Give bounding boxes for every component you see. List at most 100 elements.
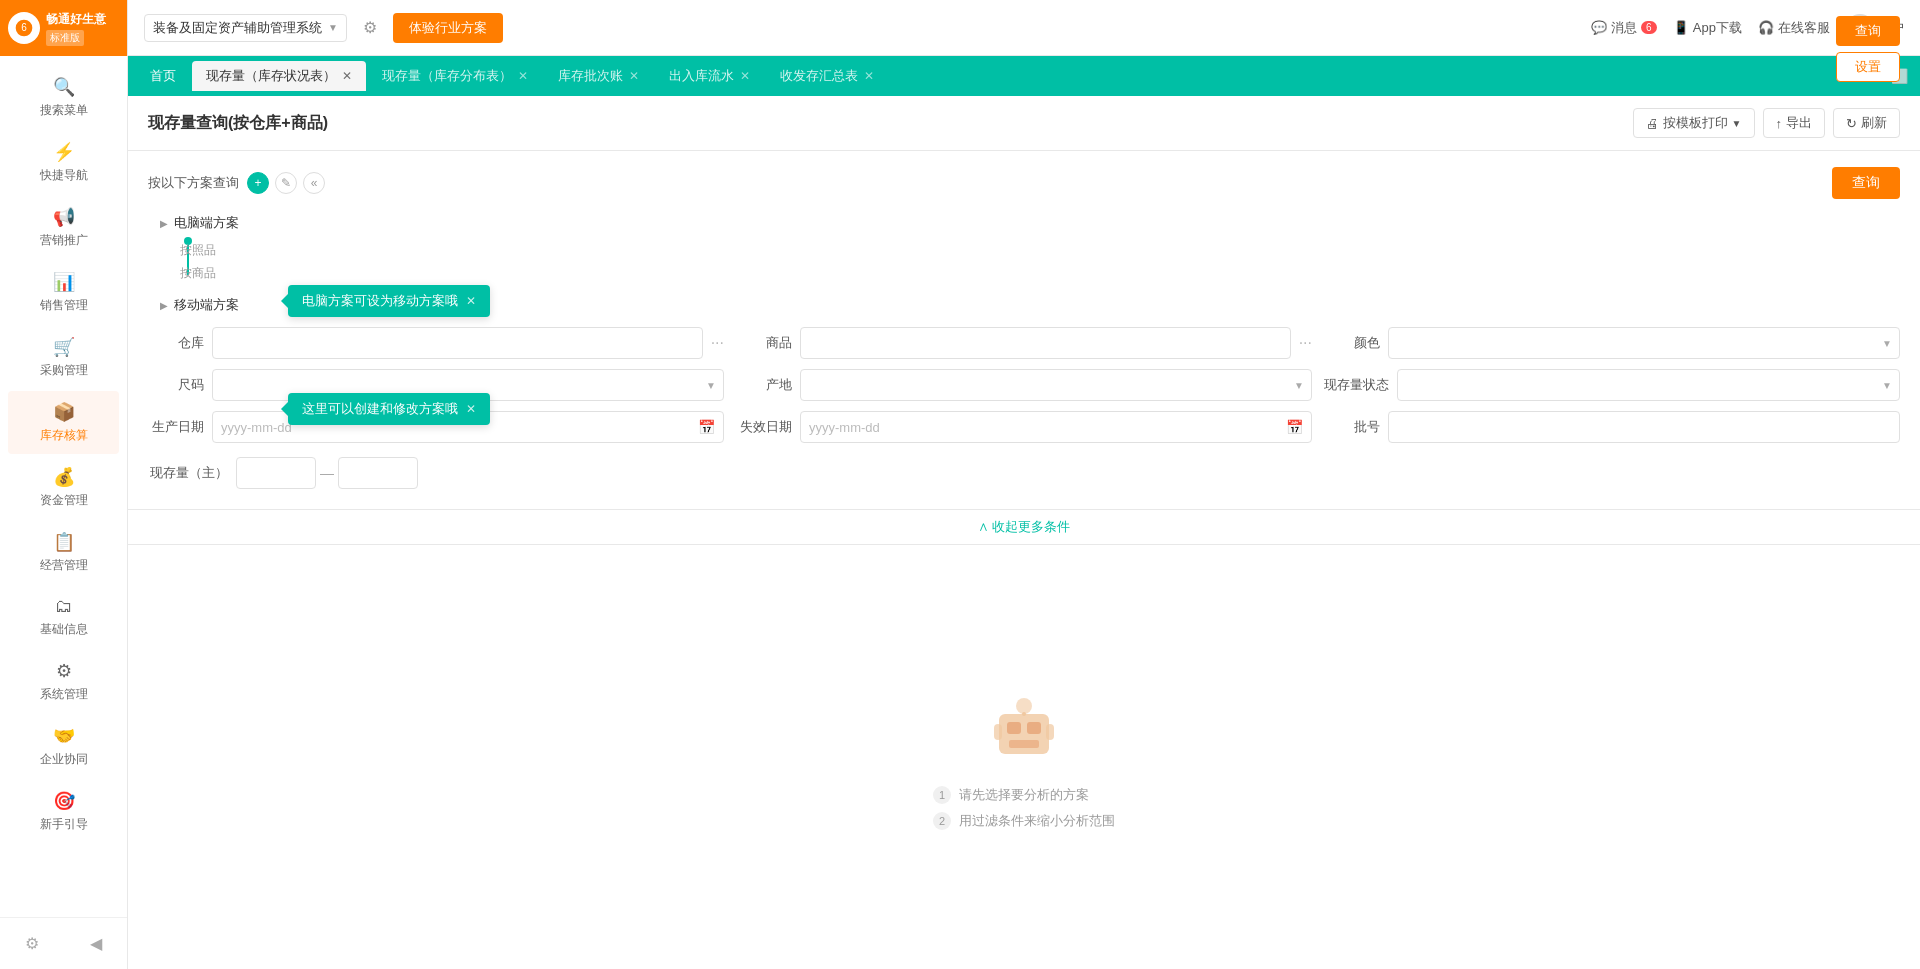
logo-icon: 6	[8, 12, 40, 44]
scheme-desktop[interactable]: ▶ 电脑端方案	[160, 211, 1900, 235]
warehouse-input[interactable]	[212, 327, 703, 359]
guide-icon: 🎯	[53, 790, 75, 812]
scheme-expand-icon: ▶	[160, 218, 168, 229]
online-support-button[interactable]: 🎧 在线客服	[1758, 19, 1830, 37]
inventory-range: —	[236, 457, 418, 489]
empty-tips: 1 请先选择要分析的方案 2 用过滤条件来缩小分析范围	[933, 786, 1115, 830]
sidebar-item-search[interactable]: 🔍 搜索菜单	[8, 66, 119, 129]
svg-rect-3	[1007, 722, 1021, 734]
goods-input[interactable]	[800, 327, 1291, 359]
filter-controls: + ✎ «	[247, 172, 325, 194]
warehouse-dots[interactable]: ···	[711, 334, 724, 352]
tooltip-close-2[interactable]: ✕	[466, 402, 476, 416]
origin-select-wrapper: ▼	[800, 369, 1312, 401]
sidebar-item-finance[interactable]: 💰 资金管理	[8, 456, 119, 519]
search-button[interactable]: 查询	[1832, 167, 1900, 199]
sidebar-item-inventory[interactable]: 📦 库存核算	[8, 391, 119, 454]
range-from-input[interactable]	[236, 457, 316, 489]
app-download-button[interactable]: 📱 App下载	[1673, 19, 1742, 37]
system-selector-arrow: ▼	[328, 22, 338, 33]
industry-button[interactable]: 体验行业方案	[393, 13, 503, 43]
tab-close-inventory-status[interactable]: ✕	[342, 69, 352, 83]
settings-button[interactable]: ⚙	[21, 930, 43, 957]
stock-status-select[interactable]	[1397, 369, 1900, 401]
tab-inventory-status[interactable]: 现存量（库存状况表） ✕	[192, 61, 366, 91]
system-name: 装备及固定资产辅助管理系统	[153, 19, 322, 37]
top-header: 装备及固定资产辅助管理系统 ▼ ⚙ 体验行业方案 💬 消息 6 📱 App下载 …	[128, 0, 1920, 56]
goods-dots[interactable]: ···	[1299, 334, 1312, 352]
produce-date-label: 生产日期	[148, 418, 204, 436]
sidebar-item-quick-nav[interactable]: ⚡ 快捷导航	[8, 131, 119, 194]
scheme-mobile-expand-icon: ▶	[160, 300, 168, 311]
back-scheme-button[interactable]: «	[303, 172, 325, 194]
export-button[interactable]: ↑ 导出	[1763, 108, 1826, 138]
field-origin: 产地 ▼	[736, 369, 1312, 401]
tab-close-inout-flow[interactable]: ✕	[740, 69, 750, 83]
origin-label: 产地	[736, 376, 792, 394]
tooltip-close-1[interactable]: ✕	[466, 294, 476, 308]
empty-tip-1: 1 请先选择要分析的方案	[933, 786, 1115, 804]
batch-input[interactable]	[1388, 411, 1900, 443]
marketing-icon: 📢	[53, 206, 75, 228]
tab-close-batch-account[interactable]: ✕	[629, 69, 639, 83]
sidebar-item-purchase[interactable]: 🛒 采购管理	[8, 326, 119, 389]
settings-gear-button[interactable]: ⚙	[359, 14, 381, 41]
produce-date-calendar-icon: 📅	[698, 419, 715, 435]
search-icon: 🔍	[53, 76, 75, 98]
tab-close-collect-summary[interactable]: ✕	[864, 69, 874, 83]
field-warehouse: 仓库 ···	[148, 327, 724, 359]
filter-label: 按以下方案查询	[148, 174, 239, 192]
sales-icon: 📊	[53, 271, 75, 293]
messages-button[interactable]: 💬 消息 6	[1591, 19, 1657, 37]
content-area: 现存量查询(按仓库+商品) 🖨 按模板打印 ▼ ↑ 导出 ↻ 刷新	[128, 96, 1920, 969]
sidebar-item-operations[interactable]: 📋 经营管理	[8, 521, 119, 584]
tab-close-inventory-distribution[interactable]: ✕	[518, 69, 528, 83]
scheme-item-1[interactable]: 按照品	[172, 239, 1900, 262]
sidebar-item-marketing[interactable]: 📢 营销推广	[8, 196, 119, 259]
headset-icon: 🎧	[1758, 20, 1774, 35]
tab-inout-flow[interactable]: 出入库流水 ✕	[655, 61, 764, 91]
range-to-input[interactable]	[338, 457, 418, 489]
tab-collect-summary[interactable]: 收发存汇总表 ✕	[766, 61, 888, 91]
page-title: 现存量查询(按仓库+商品)	[148, 113, 328, 134]
stock-qty-label: 现存量（主）	[148, 464, 228, 482]
svg-rect-5	[1009, 740, 1039, 748]
field-stock-status: 现存量状态 ▼	[1324, 369, 1900, 401]
goods-label: 商品	[736, 334, 792, 352]
scheme-item-2[interactable]: 按商品	[172, 262, 1900, 285]
logo: 6 畅通好生意 标准版	[0, 0, 127, 56]
print-icon: 🖨	[1646, 116, 1659, 131]
origin-select[interactable]	[800, 369, 1312, 401]
sidebar-item-enterprise[interactable]: 🤝 企业协同	[8, 715, 119, 778]
size-label: 尺码	[148, 376, 204, 394]
sidebar-item-system[interactable]: ⚙ 系统管理	[8, 650, 119, 713]
add-scheme-button[interactable]: +	[247, 172, 269, 194]
svg-rect-4	[1027, 722, 1041, 734]
messages-count-badge: 6	[1641, 21, 1657, 34]
sidebar-item-sales[interactable]: 📊 销售管理	[8, 261, 119, 324]
collapse-sidebar-button[interactable]: ◀	[86, 930, 106, 957]
empty-state: 1 请先选择要分析的方案 2 用过滤条件来缩小分析范围	[128, 545, 1920, 969]
warehouse-label: 仓库	[148, 334, 204, 352]
logo-text: 畅通好生意 标准版	[46, 11, 106, 46]
sidebar-item-basic[interactable]: 🗂 基础信息	[8, 586, 119, 648]
produce-date-placeholder: yyyy-mm-dd	[221, 420, 292, 435]
basic-icon: 🗂	[55, 596, 73, 617]
color-select[interactable]	[1388, 327, 1900, 359]
filter-header: 按以下方案查询 + ✎ « 电脑方案可设为移动方案哦 ✕ 查询	[148, 167, 1900, 199]
sidebar-item-guide[interactable]: 🎯 新手引导	[8, 780, 119, 843]
expire-date-input[interactable]: yyyy-mm-dd 📅	[800, 411, 1312, 443]
edit-scheme-button[interactable]: ✎	[275, 172, 297, 194]
field-color: 颜色 ▼	[1324, 327, 1900, 359]
color-select-wrapper: ▼	[1388, 327, 1900, 359]
enterprise-icon: 🤝	[53, 725, 75, 747]
system-selector[interactable]: 装备及固定资产辅助管理系统 ▼	[144, 14, 347, 42]
refresh-button[interactable]: ↻ 刷新	[1833, 108, 1900, 138]
collapse-bar[interactable]: ∧ 收起更多条件	[128, 510, 1920, 545]
tab-batch-account[interactable]: 库存批次账 ✕	[544, 61, 653, 91]
tab-inventory-distribution[interactable]: 现存量（库存分布表） ✕	[368, 61, 542, 91]
field-goods: 商品 ···	[736, 327, 1312, 359]
tab-home[interactable]: 首页	[136, 61, 190, 91]
print-button[interactable]: 🖨 按模板打印 ▼	[1633, 108, 1755, 138]
export-icon: ↑	[1776, 116, 1783, 131]
